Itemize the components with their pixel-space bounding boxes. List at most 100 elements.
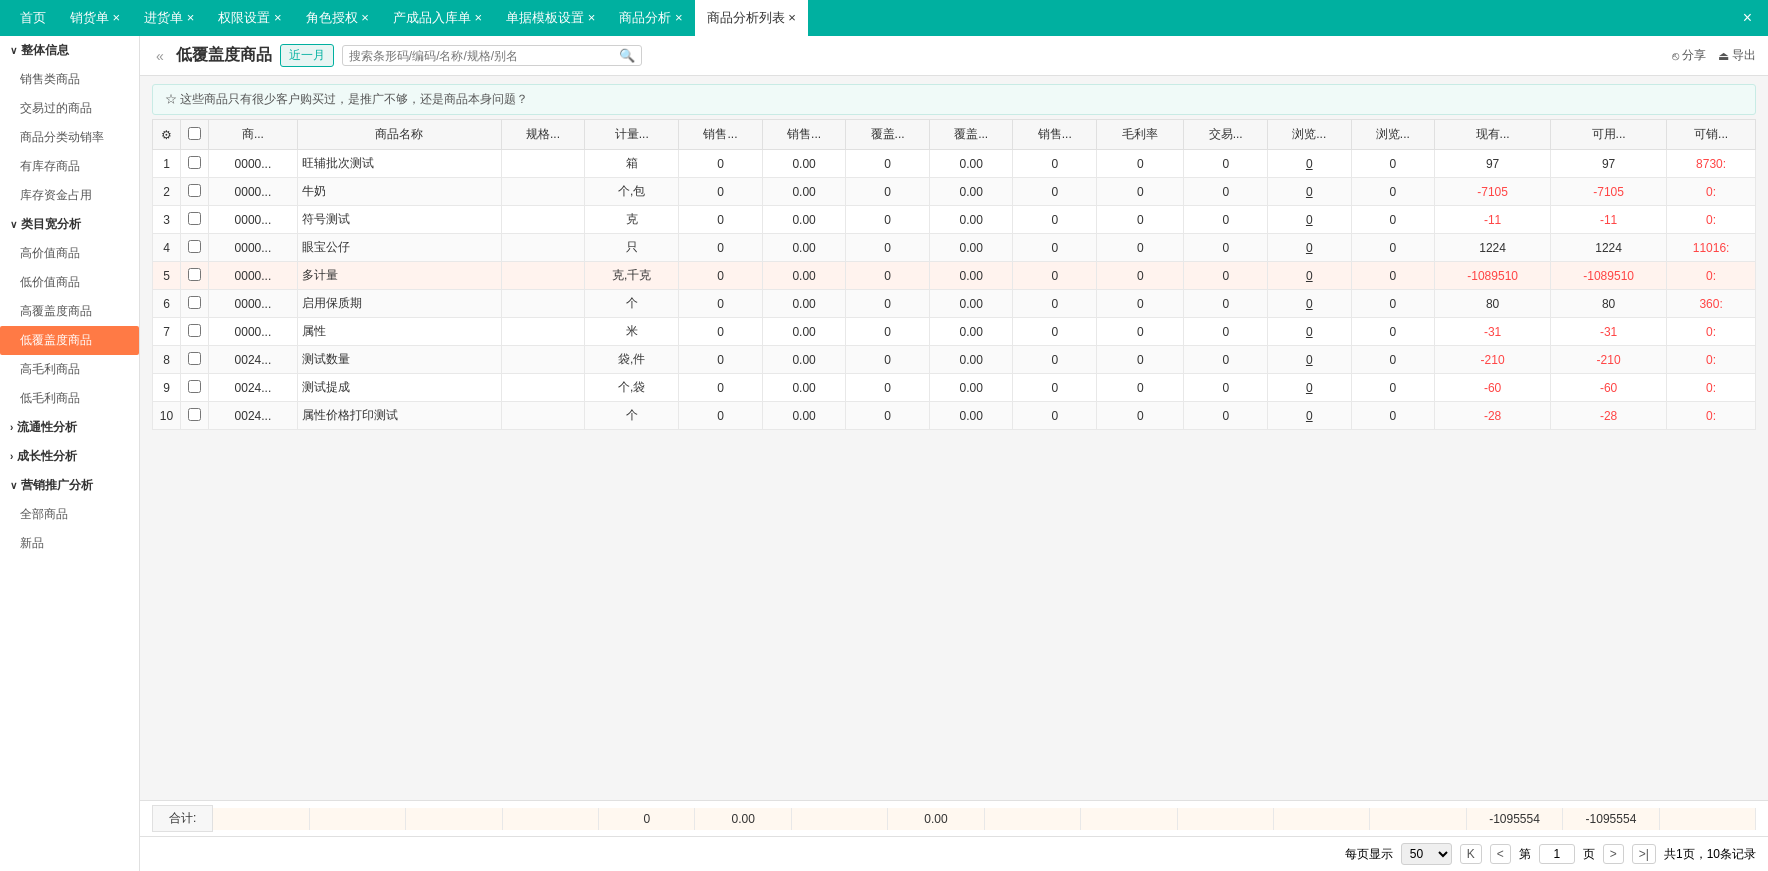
col-cover2-header[interactable]: 覆盖...	[929, 120, 1013, 150]
prev-page-button[interactable]: <	[1490, 844, 1511, 864]
sidebar-section-circulation[interactable]: › 流通性分析	[0, 413, 139, 442]
row-checkbox[interactable]	[188, 296, 201, 309]
sidebar-item-inventory-capital[interactable]: 库存资金占用	[0, 181, 139, 210]
row-name[interactable]: 属性价格打印测试	[297, 402, 501, 430]
filter-period-button[interactable]: 近一月	[280, 44, 334, 67]
row-checkbox[interactable]	[188, 380, 201, 393]
col-sales3-header[interactable]: 销售...	[1013, 120, 1097, 150]
row-browse1[interactable]: 0	[1268, 374, 1352, 402]
row-browse1[interactable]: 0	[1268, 178, 1352, 206]
sidebar-item-high-value[interactable]: 高价值商品	[0, 239, 139, 268]
row-checkbox[interactable]	[188, 212, 201, 225]
col-browse1-header[interactable]: 浏览...	[1268, 120, 1352, 150]
row-checkbox[interactable]	[188, 156, 201, 169]
page-number-input[interactable]	[1539, 844, 1575, 864]
row-checkbox-cell[interactable]	[181, 178, 209, 206]
sidebar-section-overall[interactable]: ∨ 整体信息	[0, 36, 139, 65]
row-name[interactable]: 符号测试	[297, 206, 501, 234]
col-spec-header[interactable]: 规格...	[501, 120, 585, 150]
row-browse1[interactable]: 0	[1268, 318, 1352, 346]
row-name[interactable]: 启用保质期	[297, 290, 501, 318]
nav-purchase[interactable]: 进货单 ×	[132, 0, 206, 36]
col-settings[interactable]: ⚙	[153, 120, 181, 150]
row-checkbox-cell[interactable]	[181, 318, 209, 346]
row-browse1[interactable]: 0	[1268, 206, 1352, 234]
per-page-select[interactable]: 50 100 200	[1401, 843, 1452, 865]
select-all-checkbox[interactable]	[188, 127, 201, 140]
sidebar-item-low-value[interactable]: 低价值商品	[0, 268, 139, 297]
nav-home[interactable]: 首页	[8, 0, 58, 36]
sidebar-item-low-profit[interactable]: 低毛利商品	[0, 384, 139, 413]
row-checkbox-cell[interactable]	[181, 402, 209, 430]
sidebar-item-category-rate[interactable]: 商品分类动销率	[0, 123, 139, 152]
sidebar-item-traded-products[interactable]: 交易过的商品	[0, 94, 139, 123]
export-button[interactable]: ⏏ 导出	[1718, 47, 1756, 64]
row-checkbox-cell[interactable]	[181, 346, 209, 374]
sidebar-section-growth[interactable]: › 成长性分析	[0, 442, 139, 471]
row-checkbox[interactable]	[188, 408, 201, 421]
row-checkbox-cell[interactable]	[181, 234, 209, 262]
nav-product-analysis[interactable]: 商品分析 ×	[607, 0, 694, 36]
row-browse1[interactable]: 0	[1268, 290, 1352, 318]
row-checkbox-cell[interactable]	[181, 206, 209, 234]
col-gross-header[interactable]: 毛利率	[1097, 120, 1184, 150]
col-cover1-header[interactable]: 覆盖...	[846, 120, 930, 150]
row-gross: 0	[1097, 374, 1184, 402]
row-checkbox-cell[interactable]	[181, 150, 209, 178]
sidebar-item-high-coverage[interactable]: 高覆盖度商品	[0, 297, 139, 326]
row-name[interactable]: 多计量	[297, 262, 501, 290]
share-button[interactable]: ⎋ 分享	[1672, 47, 1706, 64]
search-input[interactable]	[349, 49, 619, 63]
sidebar-item-high-profit[interactable]: 高毛利商品	[0, 355, 139, 384]
sidebar-section-category[interactable]: ∨ 类目宽分析	[0, 210, 139, 239]
nav-role[interactable]: 角色授权 ×	[294, 0, 381, 36]
sidebar-item-stocked-products[interactable]: 有库存商品	[0, 152, 139, 181]
row-name[interactable]: 眼宝公仔	[297, 234, 501, 262]
row-checkbox-cell[interactable]	[181, 290, 209, 318]
col-trade-header[interactable]: 交易...	[1184, 120, 1268, 150]
row-checkbox[interactable]	[188, 240, 201, 253]
col-checkbox[interactable]	[181, 120, 209, 150]
row-checkbox[interactable]	[188, 184, 201, 197]
nav-product-entry[interactable]: 产成品入库单 ×	[381, 0, 494, 36]
row-name[interactable]: 测试数量	[297, 346, 501, 374]
table-container[interactable]: ⚙ 商... 商品名称 规格... 计量... 销售... 销售... 覆盖..…	[152, 119, 1756, 800]
sidebar-section-marketing[interactable]: ∨ 营销推广分析	[0, 471, 139, 500]
col-sales2-header[interactable]: 销售...	[762, 120, 846, 150]
next-page-button[interactable]: >	[1603, 844, 1624, 864]
row-name[interactable]: 属性	[297, 318, 501, 346]
sidebar-collapse-button[interactable]: «	[152, 46, 168, 66]
row-checkbox[interactable]	[188, 268, 201, 281]
row-browse1[interactable]: 0	[1268, 234, 1352, 262]
col-stock3-header[interactable]: 可销...	[1667, 120, 1756, 150]
col-stock1-header[interactable]: 现有...	[1435, 120, 1551, 150]
row-checkbox[interactable]	[188, 324, 201, 337]
row-checkbox[interactable]	[188, 352, 201, 365]
col-code-header[interactable]: 商...	[209, 120, 298, 150]
row-name[interactable]: 牛奶	[297, 178, 501, 206]
row-name[interactable]: 测试提成	[297, 374, 501, 402]
col-stock2-header[interactable]: 可用...	[1551, 120, 1667, 150]
last-page-button[interactable]: >|	[1632, 844, 1656, 864]
nav-permissions[interactable]: 权限设置 ×	[206, 0, 293, 36]
row-name[interactable]: 旺辅批次测试	[297, 150, 501, 178]
nav-template[interactable]: 单据模板设置 ×	[494, 0, 607, 36]
close-nav-button[interactable]: ×	[1735, 9, 1760, 27]
sidebar-item-low-coverage[interactable]: 低覆盖度商品	[0, 326, 139, 355]
row-browse1[interactable]: 0	[1268, 346, 1352, 374]
col-unit-header[interactable]: 计量...	[585, 120, 679, 150]
row-checkbox-cell[interactable]	[181, 374, 209, 402]
row-browse1[interactable]: 0	[1268, 150, 1352, 178]
first-page-button[interactable]: K	[1460, 844, 1482, 864]
row-browse1[interactable]: 0	[1268, 262, 1352, 290]
col-browse2-header[interactable]: 浏览...	[1351, 120, 1435, 150]
nav-sales[interactable]: 销货单 ×	[58, 0, 132, 36]
sidebar-item-sales-products[interactable]: 销售类商品	[0, 65, 139, 94]
col-name-header[interactable]: 商品名称	[297, 120, 501, 150]
row-browse1[interactable]: 0	[1268, 402, 1352, 430]
sidebar-item-all-products[interactable]: 全部商品	[0, 500, 139, 529]
nav-product-analysis-list[interactable]: 商品分析列表 ×	[695, 0, 808, 36]
col-sales1-header[interactable]: 销售...	[679, 120, 763, 150]
row-checkbox-cell[interactable]	[181, 262, 209, 290]
sidebar-item-new-products[interactable]: 新品	[0, 529, 139, 558]
